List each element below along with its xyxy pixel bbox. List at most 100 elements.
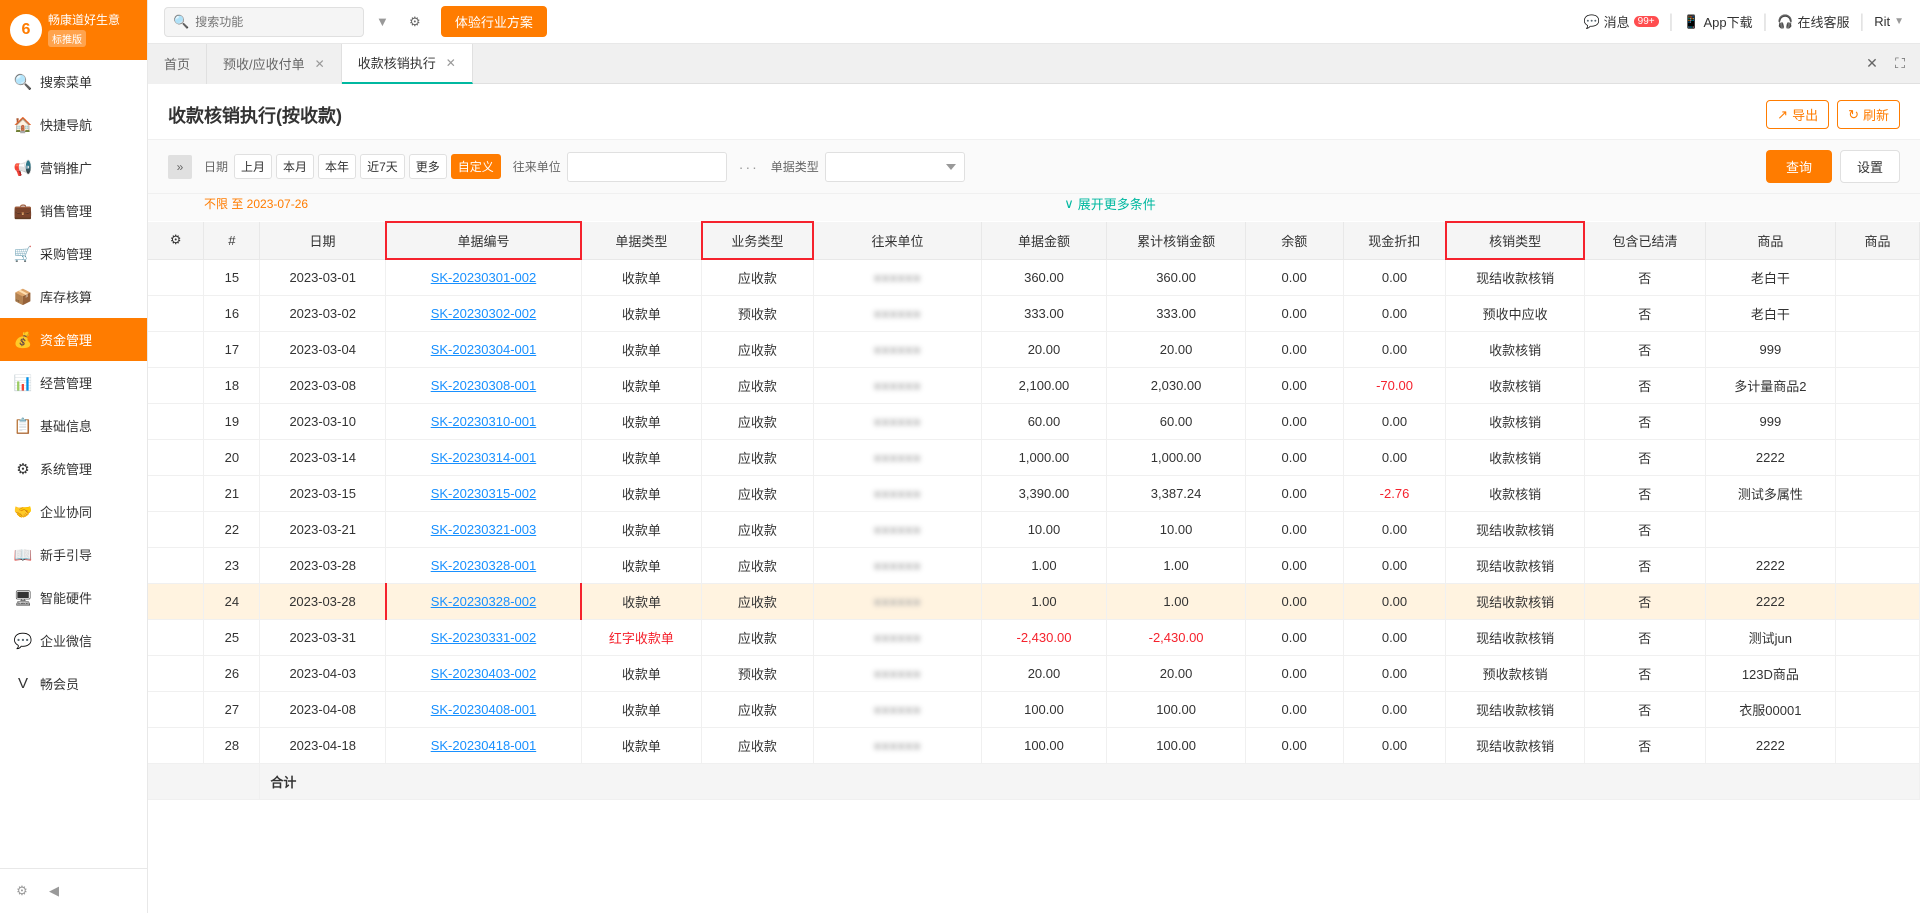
tab-expand[interactable]: ⛶ [1888, 52, 1912, 76]
sidebar-item-basic[interactable]: 📋 基础信息 [0, 404, 147, 447]
cell-doc-no[interactable]: SK-20230302-002 [386, 296, 582, 332]
cell-date: 2023-03-02 [260, 296, 386, 332]
cell-doc-no[interactable]: SK-20230408-001 [386, 692, 582, 728]
refresh-button[interactable]: ↻ 刷新 [1837, 100, 1900, 129]
table-body: 15 2023-03-01 SK-20230301-002 收款单 应收款 ●●… [148, 259, 1920, 800]
app-download-action[interactable]: 📱 App下载 [1683, 12, 1752, 31]
cell-amount: 1.00 [981, 548, 1107, 584]
cell-goods2 [1836, 440, 1920, 476]
partner-input[interactable] [567, 152, 727, 182]
sidebar-item-wechat[interactable]: 💬 企业微信 [0, 619, 147, 662]
tab-close-all[interactable]: ✕ [1860, 52, 1884, 76]
app-version: 标推版 [48, 30, 86, 47]
cell-biz-type: 应收款 [702, 476, 814, 512]
cell-doc-no[interactable]: SK-20230418-001 [386, 728, 582, 764]
cell-goods: 老白干 [1705, 296, 1835, 332]
main-content: 🔍 ▼ ⚙ 体验行业方案 💬 消息 99+ | 📱 App下载 | 🎧 在线客服… [148, 0, 1920, 913]
sidebar-item-search[interactable]: 🔍 搜索菜单 [0, 60, 147, 103]
cell-doc-no[interactable]: SK-20230308-001 [386, 368, 582, 404]
user-action[interactable]: Rit ▼ [1874, 14, 1904, 29]
filter-expand-btn[interactable]: » [168, 155, 192, 179]
cell-doc-no[interactable]: SK-20230403-002 [386, 656, 582, 692]
sidebar-item-inventory[interactable]: 📦 库存核算 [0, 275, 147, 318]
date-custom[interactable]: 自定义 [451, 154, 501, 179]
dropdown-arrow[interactable]: ▼ [376, 14, 389, 29]
cell-doc-no[interactable]: SK-20230310-001 [386, 404, 582, 440]
col-include: 包含已结清 [1584, 222, 1705, 259]
content-header-actions: ↗ 导出 ↻ 刷新 [1766, 100, 1900, 129]
sidebar-icon-system: ⚙ [14, 460, 32, 478]
cell-doc-no[interactable]: SK-20230328-001 [386, 548, 582, 584]
tab-prepay[interactable]: 预收/应收付单 ✕ [207, 44, 342, 84]
phone-icon: 📱 [1683, 14, 1699, 30]
sidebar-settings-icon[interactable]: ⚙ [10, 879, 34, 903]
sidebar-item-operation[interactable]: 📊 经营管理 [0, 361, 147, 404]
app-logo: 6 畅康道好生意 标推版 [0, 0, 147, 60]
export-button[interactable]: ↗ 导出 [1766, 100, 1829, 129]
cell-goods: 衣服00001 [1705, 692, 1835, 728]
sidebar-item-marketing[interactable]: 📢 营销推广 [0, 146, 147, 189]
sidebar-collapse-icon[interactable]: ◀ [42, 879, 66, 903]
date-this-year[interactable]: 本年 [318, 154, 356, 179]
cell-doc-no[interactable]: SK-20230315-002 [386, 476, 582, 512]
sidebar-item-enterprise[interactable]: 🤝 企业协同 [0, 490, 147, 533]
sidebar-icon-search: 🔍 [14, 73, 32, 91]
tab-prepay-close[interactable]: ✕ [315, 57, 325, 71]
cell-balance: 0.00 [1245, 548, 1343, 584]
divider2: | [1763, 11, 1768, 32]
search-bar[interactable]: 🔍 [164, 7, 364, 37]
col-amount: 单据金额 [981, 222, 1107, 259]
divider3: | [1860, 11, 1865, 32]
setting-button[interactable]: 设置 [1840, 150, 1900, 183]
cell-doc-no[interactable]: SK-20230331-002 [386, 620, 582, 656]
sidebar-item-finance[interactable]: 💰 资金管理 [0, 318, 147, 361]
expand-more-btn[interactable]: ∨ 展开更多条件 [1064, 194, 1156, 213]
cell-doc-no[interactable]: SK-20230314-001 [386, 440, 582, 476]
cell-doc-no[interactable]: SK-20230304-001 [386, 332, 582, 368]
tab-write-off-close[interactable]: ✕ [446, 56, 456, 70]
cell-idx: 17 [204, 332, 260, 368]
cell-goods: 2222 [1705, 440, 1835, 476]
tab-write-off[interactable]: 收款核销执行 ✕ [342, 44, 473, 84]
cell-goods2 [1836, 296, 1920, 332]
cell-date: 2023-03-10 [260, 404, 386, 440]
sidebar-item-quicknav[interactable]: 🏠 快捷导航 [0, 103, 147, 146]
date-last-month[interactable]: 上月 [234, 154, 272, 179]
date-range-display: 不限 至 2023-07-26 [204, 195, 308, 212]
cell-doc-no[interactable]: SK-20230328-002 [386, 584, 582, 620]
cell-goods2 [1836, 728, 1920, 764]
cell-discount: -2.76 [1343, 476, 1446, 512]
messages-action[interactable]: 💬 消息 99+ [1583, 12, 1658, 31]
query-button[interactable]: 查询 [1766, 150, 1832, 183]
cell-partner: ●●●●●● [813, 512, 981, 548]
sidebar-bottom: ⚙ ◀ [0, 868, 147, 913]
sidebar-icon-sales: 💼 [14, 202, 32, 220]
sidebar-item-guide[interactable]: 📖 新手引导 [0, 533, 147, 576]
doctype-select[interactable] [825, 152, 965, 182]
online-service-action[interactable]: 🎧 在线客服 [1777, 12, 1849, 31]
sidebar-item-member[interactable]: V 畅会员 [0, 662, 147, 705]
table-row: 26 2023-04-03 SK-20230403-002 收款单 预收款 ●●… [148, 656, 1920, 692]
cell-doc-no[interactable]: SK-20230321-003 [386, 512, 582, 548]
cell-discount: 0.00 [1343, 620, 1446, 656]
page-content: 收款核销执行(按收款) ↗ 导出 ↻ 刷新 » 日期 上月 本月 本 [148, 84, 1920, 913]
cell-idx: 23 [204, 548, 260, 584]
cell-balance: 0.00 [1245, 404, 1343, 440]
date-more[interactable]: 更多 [409, 154, 447, 179]
sidebar-item-sales[interactable]: 💼 销售管理 [0, 189, 147, 232]
date-this-month[interactable]: 本月 [276, 154, 314, 179]
tab-bar-actions: ✕ ⛶ [1860, 52, 1920, 76]
sidebar-label-enterprise: 企业协同 [40, 502, 92, 521]
cell-doc-no[interactable]: SK-20230301-002 [386, 259, 582, 296]
sidebar-item-purchase[interactable]: 🛒 采购管理 [0, 232, 147, 275]
date-7days[interactable]: 近7天 [360, 154, 405, 179]
solution-button[interactable]: 体验行业方案 [441, 6, 547, 37]
filter-doctype-group: 单据类型 [771, 152, 965, 182]
cell-idx: 28 [204, 728, 260, 764]
tab-home[interactable]: 首页 [148, 44, 207, 84]
gear-button[interactable]: ⚙ [401, 8, 429, 36]
cell-amount: 100.00 [981, 692, 1107, 728]
search-input[interactable] [195, 15, 355, 29]
sidebar-item-hardware[interactable]: 🖥 智能硬件 [0, 576, 147, 619]
sidebar-item-system[interactable]: ⚙ 系统管理 [0, 447, 147, 490]
